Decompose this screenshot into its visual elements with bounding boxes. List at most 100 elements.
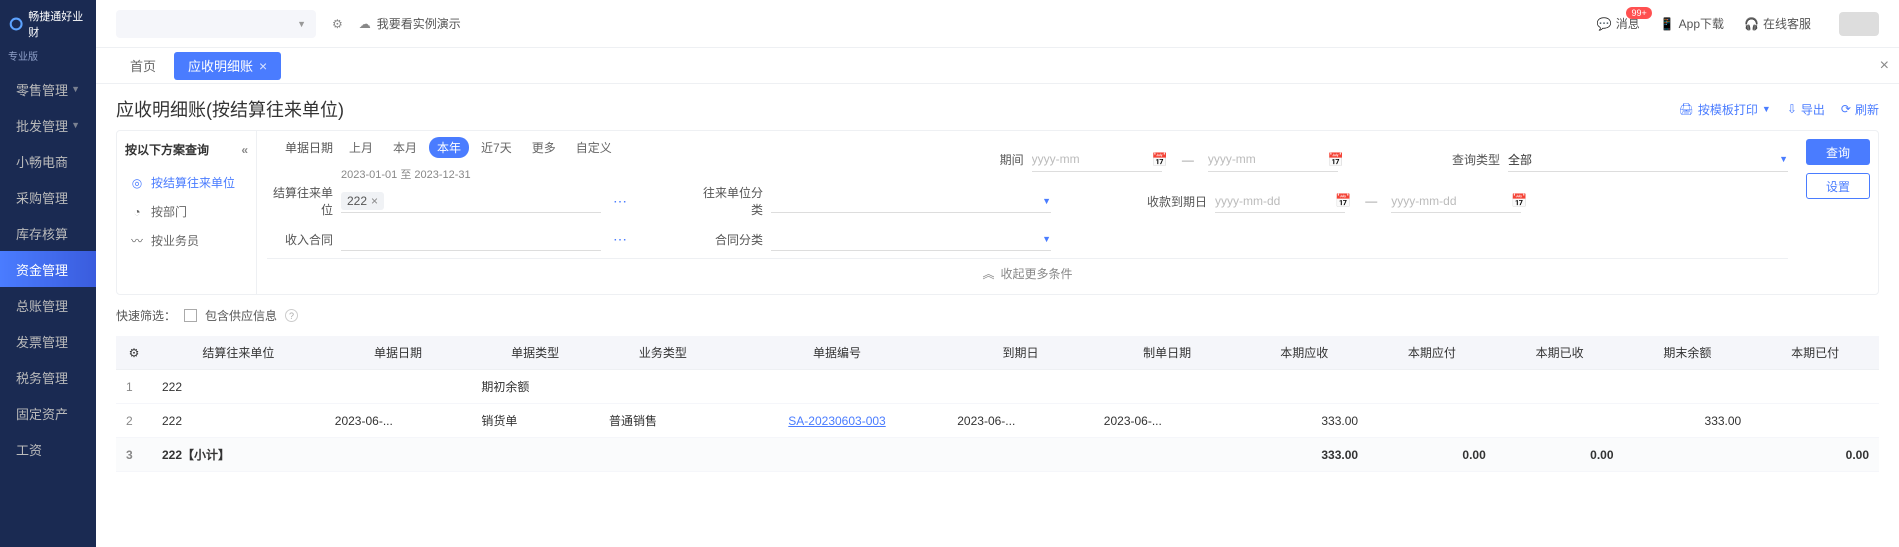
avatar[interactable] bbox=[1839, 12, 1879, 36]
settle-unit-tag: 222 × bbox=[341, 192, 384, 210]
contract-class-select[interactable]: ▼ bbox=[771, 227, 1051, 251]
sidebar-item[interactable]: 固定资产 bbox=[0, 395, 96, 431]
include-supply-checkbox[interactable] bbox=[184, 309, 197, 322]
sidebar-item[interactable]: 工资 bbox=[0, 431, 96, 467]
collapse-filters-toggle[interactable]: ︽ 收起更多条件 bbox=[267, 258, 1788, 288]
cell-unit: 222 bbox=[152, 404, 325, 438]
help-icon[interactable]: ? bbox=[285, 309, 298, 322]
cell-ap bbox=[1368, 404, 1496, 438]
col-recv: 本期已收 bbox=[1496, 336, 1624, 370]
more-picker-icon[interactable]: ⋯ bbox=[613, 231, 627, 248]
refresh-label: 刷新 bbox=[1855, 101, 1879, 118]
sidebar-item[interactable]: 小畅电商 bbox=[0, 143, 96, 179]
table-row[interactable]: 2 222 2023-06-... 销货单 普通销售 SA-20230603-0… bbox=[116, 404, 1879, 438]
brand: 畅捷通好业财 bbox=[0, 0, 96, 48]
sidebar-item[interactable]: 采购管理 bbox=[0, 179, 96, 215]
income-contract-input[interactable] bbox=[341, 227, 601, 251]
fast-filter-label: 快速筛选： bbox=[116, 307, 176, 324]
cell-biz bbox=[599, 438, 727, 472]
query-type-select[interactable]: 全部 ▼ bbox=[1508, 148, 1788, 172]
sidebar-item[interactable]: 零售管理▼ bbox=[0, 71, 96, 107]
table-gear-icon[interactable]: ⚙ bbox=[129, 346, 140, 360]
chevron-down-icon: ▼ bbox=[297, 19, 306, 29]
col-unit: 结算往来单位 bbox=[152, 336, 325, 370]
scheme-item[interactable]: 〰按业务员 bbox=[125, 226, 248, 255]
sidebar-item[interactable]: 总账管理 bbox=[0, 287, 96, 323]
unit-class-label: 往来单位分类 bbox=[697, 184, 763, 218]
tab-active[interactable]: 应收明细账 × bbox=[174, 52, 281, 80]
sidebar-item[interactable]: 资金管理 bbox=[0, 251, 96, 287]
company-selector[interactable]: ▼ bbox=[116, 10, 316, 38]
range-dash: — bbox=[1182, 153, 1194, 167]
tag-remove-icon[interactable]: × bbox=[371, 194, 378, 208]
chip-this-month[interactable]: 本月 bbox=[385, 137, 425, 158]
period-to-input[interactable] bbox=[1208, 148, 1338, 172]
sidebar-item-label: 发票管理 bbox=[16, 332, 68, 351]
tab-home[interactable]: 首页 bbox=[116, 52, 170, 80]
sidebar-item[interactable]: 发票管理 bbox=[0, 323, 96, 359]
close-all-icon[interactable]: × bbox=[1880, 57, 1889, 75]
sidebar-item-label: 批发管理 bbox=[16, 116, 68, 135]
messages-button[interactable]: 💬 消息 99+ bbox=[1597, 15, 1640, 32]
scheme-item[interactable]: ◔按部门 bbox=[125, 197, 248, 226]
due-from-input[interactable] bbox=[1215, 189, 1345, 213]
col-docno: 单据编号 bbox=[727, 336, 947, 370]
sidebar-item[interactable]: 批发管理▼ bbox=[0, 107, 96, 143]
print-template-button[interactable]: 🖨 按模板打印 ▼ bbox=[1679, 101, 1771, 118]
cell-docno bbox=[727, 370, 947, 404]
chevron-up-icon: ︽ bbox=[982, 265, 994, 282]
scheme-item[interactable]: ◎按结算往来单位 bbox=[125, 168, 248, 197]
chip-more[interactable]: 更多 bbox=[524, 137, 564, 158]
more-picker-icon[interactable]: ⋯ bbox=[613, 193, 627, 210]
query-button[interactable]: 查询 bbox=[1806, 139, 1870, 165]
demo-link[interactable]: ☁ 我要看实例演示 bbox=[359, 15, 461, 32]
table-row[interactable]: 1 222 期初余额 bbox=[116, 370, 1879, 404]
cell-date bbox=[325, 438, 472, 472]
gear-icon[interactable]: ⚙ bbox=[332, 17, 343, 31]
chip-last7[interactable]: 近7天 bbox=[473, 137, 520, 158]
col-bal: 期末余额 bbox=[1624, 336, 1752, 370]
sidebar-item-label: 零售管理 bbox=[16, 80, 68, 99]
sidebar-item[interactable]: 税务管理 bbox=[0, 359, 96, 395]
export-button[interactable]: ⇩ 导出 bbox=[1787, 101, 1825, 118]
table-row[interactable]: 3 222【小计】 333.00 0.00 0.00 0.00 bbox=[116, 438, 1879, 472]
chip-this-year[interactable]: 本年 bbox=[429, 137, 469, 158]
setting-button[interactable]: 设置 bbox=[1806, 173, 1870, 199]
refresh-icon: ⟳ bbox=[1841, 102, 1851, 116]
date-range-text: 2023-01-01 至 2023-12-31 bbox=[341, 166, 471, 182]
cell-bal bbox=[1624, 438, 1752, 472]
data-table: ⚙ 结算往来单位 单据日期 单据类型 业务类型 单据编号 到期日 制单日期 本期… bbox=[116, 336, 1879, 472]
close-icon[interactable]: × bbox=[259, 58, 267, 74]
sidebar-item[interactable]: 库存核算 bbox=[0, 215, 96, 251]
support-button[interactable]: 🎧 在线客服 bbox=[1744, 15, 1811, 32]
sidebar: 畅捷通好业财 专业版 零售管理▼批发管理▼ 小畅电商采购管理库存核算资金管理总账管… bbox=[0, 0, 96, 547]
chip-custom[interactable]: 自定义 bbox=[568, 137, 620, 158]
collapse-left-icon[interactable]: « bbox=[241, 143, 248, 157]
edition-label: 专业版 bbox=[0, 48, 96, 71]
sidebar-item-label: 小畅电商 bbox=[16, 152, 68, 171]
cell-due bbox=[947, 370, 1094, 404]
cell-type: 销货单 bbox=[471, 404, 599, 438]
doc-link[interactable]: SA-20230603-003 bbox=[788, 414, 885, 428]
refresh-button[interactable]: ⟳ 刷新 bbox=[1841, 101, 1879, 118]
cell-due bbox=[947, 438, 1094, 472]
contract-class-label: 合同分类 bbox=[697, 231, 763, 248]
income-contract-label: 收入合同 bbox=[267, 231, 333, 248]
cell-paid: 0.00 bbox=[1751, 438, 1879, 472]
app-download-button[interactable]: 📱 App下载 bbox=[1660, 15, 1724, 32]
print-label: 按模板打印 bbox=[1698, 101, 1758, 118]
unit-class-select[interactable]: ▼ bbox=[771, 189, 1051, 213]
chip-last-month[interactable]: 上月 bbox=[341, 137, 381, 158]
col-type: 单据类型 bbox=[471, 336, 599, 370]
doc-date-label: 单据日期 bbox=[267, 139, 333, 156]
period-from-input[interactable] bbox=[1032, 148, 1162, 172]
cell-biz: 普通销售 bbox=[599, 404, 727, 438]
scheme-icon: ◔ bbox=[129, 205, 145, 219]
sidebar-item-label: 总账管理 bbox=[16, 296, 68, 315]
settle-unit-input[interactable]: 222 × bbox=[341, 189, 601, 213]
cell-bal bbox=[1624, 370, 1752, 404]
col-paid: 本期已付 bbox=[1751, 336, 1879, 370]
chevron-down-icon: ▼ bbox=[1762, 104, 1771, 114]
period-label: 期间 bbox=[958, 151, 1024, 168]
due-to-input[interactable] bbox=[1391, 189, 1521, 213]
